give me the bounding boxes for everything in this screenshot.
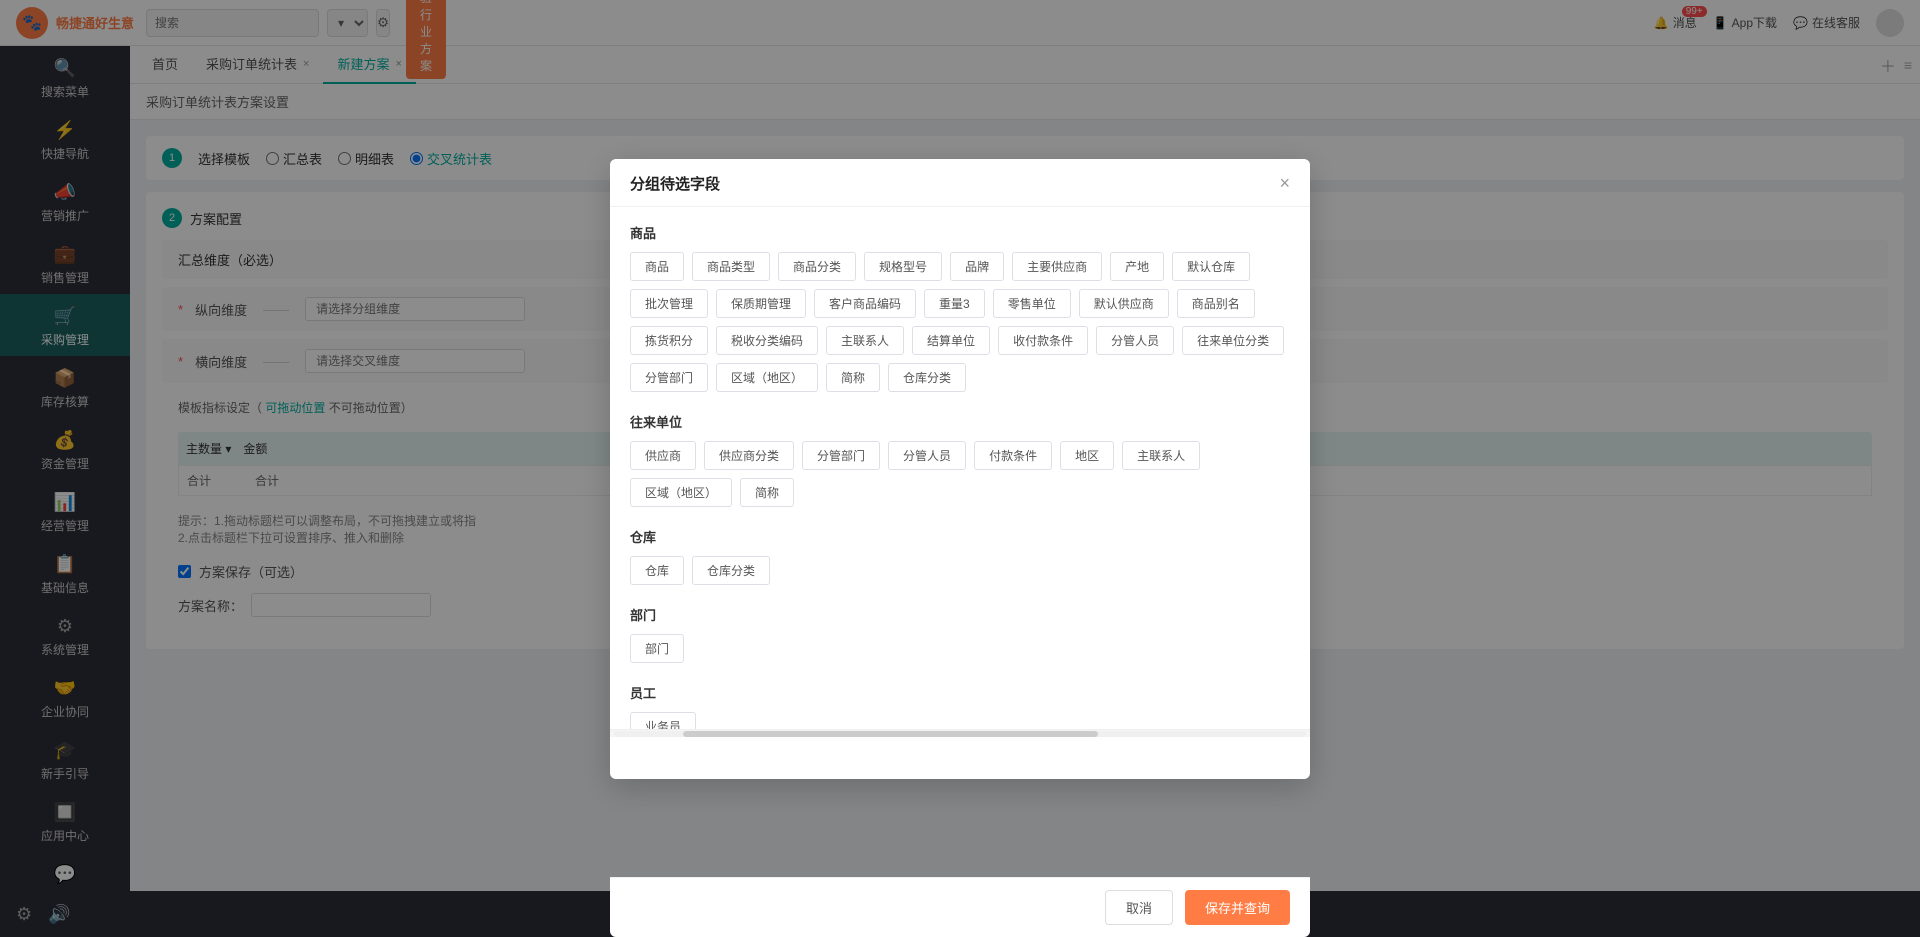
field-tag[interactable]: 品牌 xyxy=(950,252,1004,281)
modal-horizontal-scrollbar[interactable] xyxy=(614,731,1306,737)
field-tag[interactable]: 往来单位分类 xyxy=(1182,326,1284,355)
field-tag[interactable]: 简称 xyxy=(740,478,794,507)
field-section-employee: 员工业务员 xyxy=(630,683,1290,729)
field-section-title-warehouse: 仓库 xyxy=(630,527,1290,546)
field-tag[interactable]: 分管部门 xyxy=(630,363,708,392)
field-section-counterpart: 往来单位供应商供应商分类分管部门分管人员付款条件地区主联系人区域（地区） 简称 xyxy=(630,412,1290,507)
modal-dialog: 分组待选字段 × 商品商品商品类型商品分类规格型号品牌主要供应商产地默认仓库批次… xyxy=(610,159,1310,779)
field-tag[interactable]: 规格型号 xyxy=(864,252,942,281)
field-tag[interactable]: 重量3 xyxy=(924,289,985,318)
modal-scrollbar-area xyxy=(610,729,1310,737)
field-section-title-employee: 员工 xyxy=(630,683,1290,702)
field-tag[interactable]: 零售单位 xyxy=(993,289,1071,318)
modal-header: 分组待选字段 × xyxy=(610,159,1310,207)
scrollbar-thumb xyxy=(683,731,1098,737)
field-tag[interactable]: 保质期管理 xyxy=(716,289,806,318)
field-tag[interactable]: 业务员 xyxy=(630,712,696,729)
field-tag[interactable]: 部门 xyxy=(630,634,684,663)
field-tag[interactable]: 区域（地区） xyxy=(630,478,732,507)
field-tag[interactable]: 结算单位 xyxy=(912,326,990,355)
field-tag[interactable]: 区域（地区） xyxy=(716,363,818,392)
field-tag[interactable]: 供应商 xyxy=(630,441,696,470)
field-tag[interactable]: 拣货积分 xyxy=(630,326,708,355)
field-tags-employee: 业务员 xyxy=(630,712,1290,729)
field-tag[interactable]: 分管人员 xyxy=(1096,326,1174,355)
field-section-department: 部门部门 xyxy=(630,605,1290,663)
field-tag[interactable]: 商品别名 xyxy=(1177,289,1255,318)
field-tag[interactable]: 分管部门 xyxy=(802,441,880,470)
field-tag[interactable]: 仓库分类 xyxy=(888,363,966,392)
field-tag[interactable]: 仓库分类 xyxy=(692,556,770,585)
field-section-title-department: 部门 xyxy=(630,605,1290,624)
field-tag[interactable]: 产地 xyxy=(1110,252,1164,281)
field-section-warehouse: 仓库仓库仓库分类 xyxy=(630,527,1290,585)
field-tag[interactable]: 分管人员 xyxy=(888,441,966,470)
field-tag[interactable]: 主要供应商 xyxy=(1012,252,1102,281)
modal-overlay: 分组待选字段 × 商品商品商品类型商品分类规格型号品牌主要供应商产地默认仓库批次… xyxy=(0,0,1920,937)
field-tag[interactable]: 主联系人 xyxy=(1122,441,1200,470)
field-tag[interactable]: 仓库 xyxy=(630,556,684,585)
field-tag[interactable]: 地区 xyxy=(1060,441,1114,470)
field-tag[interactable]: 批次管理 xyxy=(630,289,708,318)
field-section-title-goods: 商品 xyxy=(630,223,1290,242)
field-tags-counterpart: 供应商供应商分类分管部门分管人员付款条件地区主联系人区域（地区） 简称 xyxy=(630,441,1290,507)
field-tag[interactable]: 商品 xyxy=(630,252,684,281)
field-tag[interactable]: 客户商品编码 xyxy=(814,289,916,318)
field-tag[interactable]: 供应商分类 xyxy=(704,441,794,470)
field-tag[interactable]: 税收分类编码 xyxy=(716,326,818,355)
modal-title: 分组待选字段 xyxy=(630,173,720,194)
field-tags-goods: 商品商品类型商品分类规格型号品牌主要供应商产地默认仓库批次管理保质期管理客户商品… xyxy=(630,252,1290,392)
modal-body: 商品商品商品类型商品分类规格型号品牌主要供应商产地默认仓库批次管理保质期管理客户… xyxy=(610,207,1310,729)
field-tags-department: 部门 xyxy=(630,634,1290,663)
field-tag[interactable]: 默认供应商 xyxy=(1079,289,1169,318)
field-section-title-counterpart: 往来单位 xyxy=(630,412,1290,431)
field-tag[interactable]: 付款条件 xyxy=(974,441,1052,470)
field-tags-warehouse: 仓库仓库分类 xyxy=(630,556,1290,585)
field-tag[interactable]: 默认仓库 xyxy=(1172,252,1250,281)
field-tag[interactable]: 商品分类 xyxy=(778,252,856,281)
field-section-goods: 商品商品商品类型商品分类规格型号品牌主要供应商产地默认仓库批次管理保质期管理客户… xyxy=(630,223,1290,392)
field-tag[interactable]: 主联系人 xyxy=(826,326,904,355)
field-tag[interactable]: 收付款条件 xyxy=(998,326,1088,355)
field-tag[interactable]: 商品类型 xyxy=(692,252,770,281)
field-tag[interactable]: 简称 xyxy=(826,363,880,392)
modal-close-button[interactable]: × xyxy=(1279,173,1290,194)
modal-footer-spacer xyxy=(610,737,1310,778)
